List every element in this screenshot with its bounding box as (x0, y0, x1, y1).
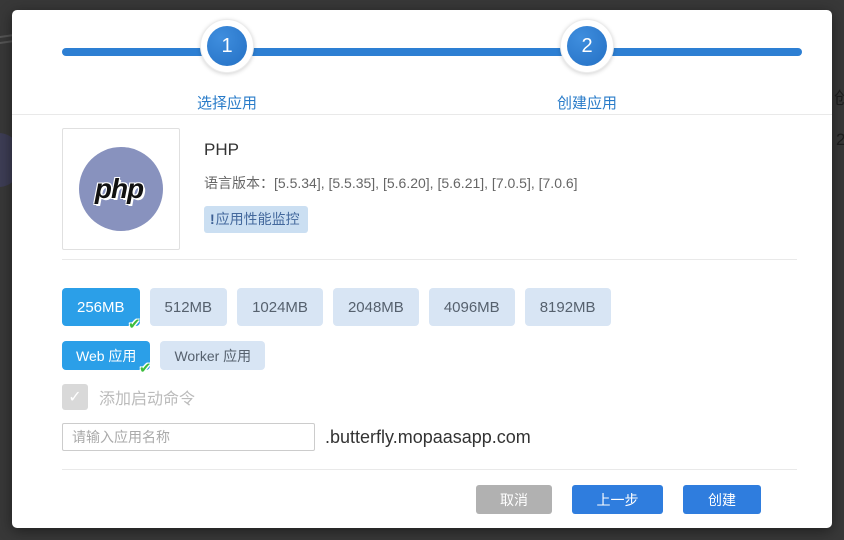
apm-badge-label: 应用性能监控 (215, 211, 300, 227)
chip-label: Worker 应用 (174, 347, 252, 364)
modal-footer: 取消 上一步 创建 (62, 470, 782, 514)
step-1-circle[interactable]: 1 (200, 19, 254, 73)
app-name-row: .butterfly.mopaasapp.com (62, 423, 797, 451)
startup-command-row: ✓ 添加启动命令 (62, 384, 797, 410)
php-logo-icon: php (79, 147, 163, 231)
memory-option-8192mb[interactable]: 8192MB (524, 288, 611, 326)
create-button[interactable]: 创建 (683, 485, 761, 514)
app-name-title: PHP (204, 140, 239, 159)
php-logo-text: php (94, 173, 144, 204)
chip-label: 1024MB (252, 298, 308, 316)
startup-command-checkbox[interactable]: ✓ (62, 384, 88, 410)
step-2-number: 2 (567, 26, 607, 66)
app-type-row: Web 应用 ✔ Worker 应用 (62, 341, 797, 377)
chip-label: 8192MB (539, 298, 596, 316)
create-app-modal: 1 选择应用 2 创建应用 php PHP 语言版本：[5.5.34], [5.… (12, 10, 832, 528)
app-config-section: 256MB ✔ 512MB 1024MB 2048MB 4096MB 8192M… (62, 260, 797, 470)
step-1-number: 1 (207, 26, 247, 66)
memory-option-2048mb[interactable]: 2048MB (332, 288, 419, 326)
exclamation-icon: ! (210, 211, 215, 227)
check-icon: ✔ (138, 360, 152, 377)
memory-option-512mb[interactable]: 512MB (149, 288, 228, 326)
app-type-worker[interactable]: Worker 应用 (160, 341, 266, 370)
stepper-progress-bar (62, 48, 802, 56)
app-type-web[interactable]: Web 应用 ✔ (62, 341, 151, 377)
memory-option-4096mb[interactable]: 4096MB (428, 288, 515, 326)
cancel-button[interactable]: 取消 (476, 485, 552, 514)
background-text-fragment: 2 (836, 130, 844, 149)
check-icon: ✔ (127, 316, 141, 333)
app-name-input[interactable] (62, 423, 315, 451)
step-2-circle[interactable]: 2 (560, 19, 614, 73)
step-2-label[interactable]: 创建应用 (517, 92, 657, 113)
memory-options-row: 256MB ✔ 512MB 1024MB 2048MB 4096MB 8192M… (62, 288, 797, 333)
app-info: PHP 语言版本：[5.5.34], [5.5.35], [5.6.20], [… (204, 128, 578, 250)
apm-badge[interactable]: !应用性能监控 (204, 206, 308, 233)
previous-step-button[interactable]: 上一步 (572, 485, 663, 514)
app-versions-text: 语言版本：[5.5.34], [5.5.35], [5.6.20], [5.6.… (204, 175, 578, 191)
wizard-stepper: 1 选择应用 2 创建应用 (12, 10, 832, 115)
chip-label: 2048MB (347, 298, 404, 316)
chip-label: 256MB (77, 298, 125, 316)
check-icon: ✓ (68, 389, 82, 406)
step-1-label[interactable]: 选择应用 (157, 92, 297, 113)
chip-label: 512MB (164, 298, 213, 316)
chip-label: 4096MB (443, 298, 500, 316)
background-text-fragment: 创 (834, 89, 844, 108)
startup-command-label: 添加启动命令 (99, 391, 196, 408)
selected-app-section: php PHP 语言版本：[5.5.34], [5.5.35], [5.6.20… (62, 115, 797, 260)
domain-suffix-text: .butterfly.mopaasapp.com (325, 426, 531, 447)
memory-option-256mb[interactable]: 256MB ✔ (62, 288, 141, 333)
memory-option-1024mb[interactable]: 1024MB (237, 288, 323, 326)
app-logo-card: php (62, 128, 180, 250)
chip-label: Web 应用 (76, 347, 137, 364)
